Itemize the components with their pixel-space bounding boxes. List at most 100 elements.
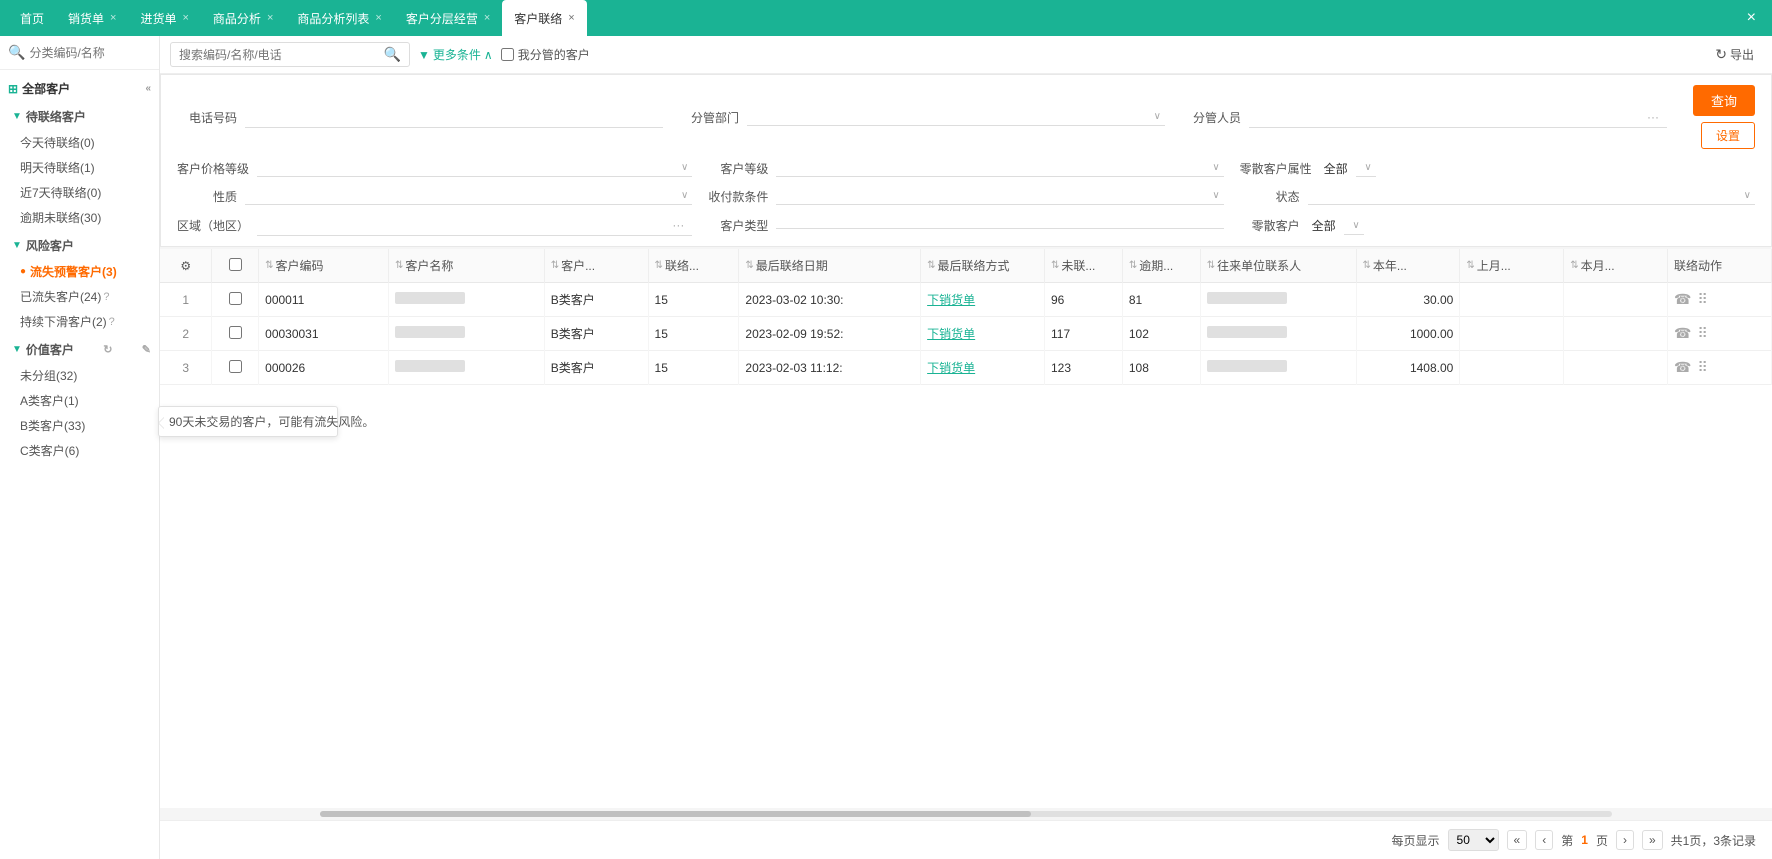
sidebar-item-tomorrow-contact[interactable]: 明天待联络(1): [0, 155, 159, 180]
region-select[interactable]: ···: [257, 215, 692, 236]
sidebar-item-declining[interactable]: 持续下滑客户(2) ?: [0, 309, 159, 334]
page-size-label: 每页显示: [1392, 832, 1440, 849]
col-header-check[interactable]: [212, 249, 259, 283]
value-group-refresh-icon[interactable]: ↻: [103, 343, 112, 356]
row-way-0[interactable]: 下销货单: [921, 283, 1045, 317]
col-header-way[interactable]: ⇅ 最后联络方式: [921, 249, 1045, 283]
customer-type-select[interactable]: [776, 222, 1223, 229]
row-thisyear-0: 30.00: [1356, 283, 1460, 317]
sidebar-collapse-btn[interactable]: «: [145, 83, 151, 94]
page-size-select[interactable]: 50 20 100: [1448, 829, 1499, 851]
row-way-link-1[interactable]: 下销货单: [927, 327, 975, 341]
col-header-settings[interactable]: ⚙: [160, 249, 212, 283]
tab-customer-segment-close[interactable]: ×: [484, 12, 490, 24]
row-contact-1: 15: [648, 317, 739, 351]
col-header-type[interactable]: ⇅ 客户...: [544, 249, 648, 283]
table-row: 3 000026 B类客户 15 2023-02-03 11:12: 下销货单 …: [160, 351, 1772, 385]
first-page-btn[interactable]: «: [1507, 830, 1528, 850]
sidebar-all-customers[interactable]: ⊞ 全部客户 «: [0, 74, 159, 103]
sidebar-item-today-contact[interactable]: 今天待联络(0): [0, 130, 159, 155]
tab-goods-analysis-list-close[interactable]: ×: [375, 12, 381, 24]
col-header-unlinked[interactable]: ⇅ 未联...: [1044, 249, 1122, 283]
zero-attr-select[interactable]: ∨: [1356, 159, 1376, 177]
more-conditions-btn[interactable]: ▼ 更多条件 ∧: [418, 46, 493, 63]
sidebar-group-churn-title[interactable]: ▼ 风险客户: [0, 232, 159, 259]
select-all-checkbox[interactable]: [229, 258, 242, 271]
sidebar-item-class-b[interactable]: B类客户(33): [0, 413, 159, 438]
my-customers-checkbox[interactable]: [501, 48, 514, 61]
row-way-1[interactable]: 下销货单: [921, 317, 1045, 351]
row-checkbox-2[interactable]: [229, 360, 242, 373]
export-btn[interactable]: ↻ 导出: [1707, 42, 1762, 67]
row-check-1[interactable]: [212, 317, 259, 351]
action-more-icon-2[interactable]: ⠿: [1697, 359, 1707, 376]
tab-goods-analysis-close[interactable]: ×: [267, 12, 273, 24]
action-more-icon-1[interactable]: ⠿: [1697, 325, 1707, 342]
tab-goods-analysis-list[interactable]: 商品分析列表 ×: [285, 0, 393, 36]
row-check-0[interactable]: [212, 283, 259, 317]
next-page-btn[interactable]: ›: [1616, 830, 1634, 850]
payment-select[interactable]: ∨: [776, 187, 1223, 205]
tab-customer-segment[interactable]: 客户分层经营 ×: [394, 0, 502, 36]
sidebar-search-input[interactable]: [29, 46, 184, 60]
gender-select[interactable]: ∨: [245, 187, 692, 205]
row-checkbox-0[interactable]: [229, 292, 242, 305]
page-word: 页: [1596, 832, 1608, 849]
action-contact-icon-0[interactable]: ☎: [1674, 291, 1691, 308]
col-header-thisyear[interactable]: ⇅ 本年...: [1356, 249, 1460, 283]
sidebar-item-7days-contact[interactable]: 近7天待联络(0): [0, 180, 159, 205]
col-header-date[interactable]: ⇅ 最后联络日期: [739, 249, 921, 283]
tab-purchase-close[interactable]: ×: [182, 12, 188, 24]
prev-page-btn[interactable]: ‹: [1535, 830, 1553, 850]
my-customers-checkbox-label[interactable]: 我分管的客户: [501, 46, 590, 63]
zero-customer-select[interactable]: ∨: [1344, 217, 1364, 235]
tab-sales-close[interactable]: ×: [110, 12, 116, 24]
action-contact-icon-1[interactable]: ☎: [1674, 325, 1691, 342]
tab-customer-link-close[interactable]: ×: [568, 12, 574, 24]
region-more-icon[interactable]: ···: [668, 218, 688, 232]
tab-goods-analysis[interactable]: 商品分析 ×: [201, 0, 285, 36]
person-select[interactable]: ···: [1249, 107, 1667, 128]
filter-row-2: 客户价格等级 ∨ 客户等级 ∨ 零散客户属性 全部 ∨: [177, 159, 1755, 177]
row-checkbox-1[interactable]: [229, 326, 242, 339]
action-contact-icon-2[interactable]: ☎: [1674, 359, 1691, 376]
window-close-btn[interactable]: ×: [1739, 9, 1764, 27]
last-page-btn[interactable]: »: [1642, 830, 1663, 850]
tab-home[interactable]: 首页: [8, 0, 56, 36]
tab-sales[interactable]: 销货单 ×: [56, 0, 128, 36]
sidebar-item-overdue-contact[interactable]: 逾期未联络(30): [0, 205, 159, 230]
status-select[interactable]: ∨: [1308, 187, 1755, 205]
sidebar-item-churn-warning[interactable]: ● 流失预警客户(3): [0, 259, 159, 284]
sidebar-item-already-churn[interactable]: 已流失客户(24) ?: [0, 284, 159, 309]
col-header-lastmonth[interactable]: ⇅ 上月...: [1460, 249, 1564, 283]
col-header-overdue[interactable]: ⇅ 逾期...: [1122, 249, 1200, 283]
sidebar-item-class-a[interactable]: A类客户(1): [0, 388, 159, 413]
value-group-edit-icon[interactable]: ✎: [142, 343, 151, 356]
toolbar-search-input[interactable]: [179, 48, 384, 62]
sidebar-group-pending-title[interactable]: ▼ 待联络客户: [0, 103, 159, 130]
toolbar-search-icon[interactable]: 🔍: [384, 46, 401, 63]
phone-input[interactable]: [245, 107, 663, 128]
customer-grade-select[interactable]: ∨: [776, 159, 1223, 177]
col-header-contact[interactable]: ⇅ 联络...: [648, 249, 739, 283]
col-header-code[interactable]: ⇅ 客户编码: [259, 249, 389, 283]
setting-btn[interactable]: 设置: [1701, 122, 1755, 149]
col-header-thismonth[interactable]: ⇅ 本月...: [1564, 249, 1668, 283]
tab-purchase[interactable]: 进货单 ×: [128, 0, 200, 36]
row-way-link-0[interactable]: 下销货单: [927, 293, 975, 307]
person-more-icon[interactable]: ···: [1643, 110, 1663, 124]
action-more-icon-0[interactable]: ⠿: [1697, 291, 1707, 308]
sidebar-item-ungrouped[interactable]: 未分组(32): [0, 363, 159, 388]
sidebar-item-class-c[interactable]: C类客户(6): [0, 438, 159, 463]
price-grade-select[interactable]: ∨: [257, 159, 692, 177]
col-header-name[interactable]: ⇅ 客户名称: [388, 249, 544, 283]
row-way-link-2[interactable]: 下销货单: [927, 361, 975, 375]
dept-select[interactable]: ∨: [747, 108, 1165, 126]
row-check-2[interactable]: [212, 351, 259, 385]
col-header-person[interactable]: ⇅ 往来单位联系人: [1200, 249, 1356, 283]
sidebar-group-value-title[interactable]: ▼ 价值客户 ↻ ✎: [0, 336, 159, 363]
query-btn[interactable]: 查询: [1693, 85, 1755, 116]
tab-customer-link[interactable]: 客户联络 ×: [502, 0, 586, 36]
row-way-2[interactable]: 下销货单: [921, 351, 1045, 385]
h-scrollbar-thumb[interactable]: [320, 811, 1031, 817]
